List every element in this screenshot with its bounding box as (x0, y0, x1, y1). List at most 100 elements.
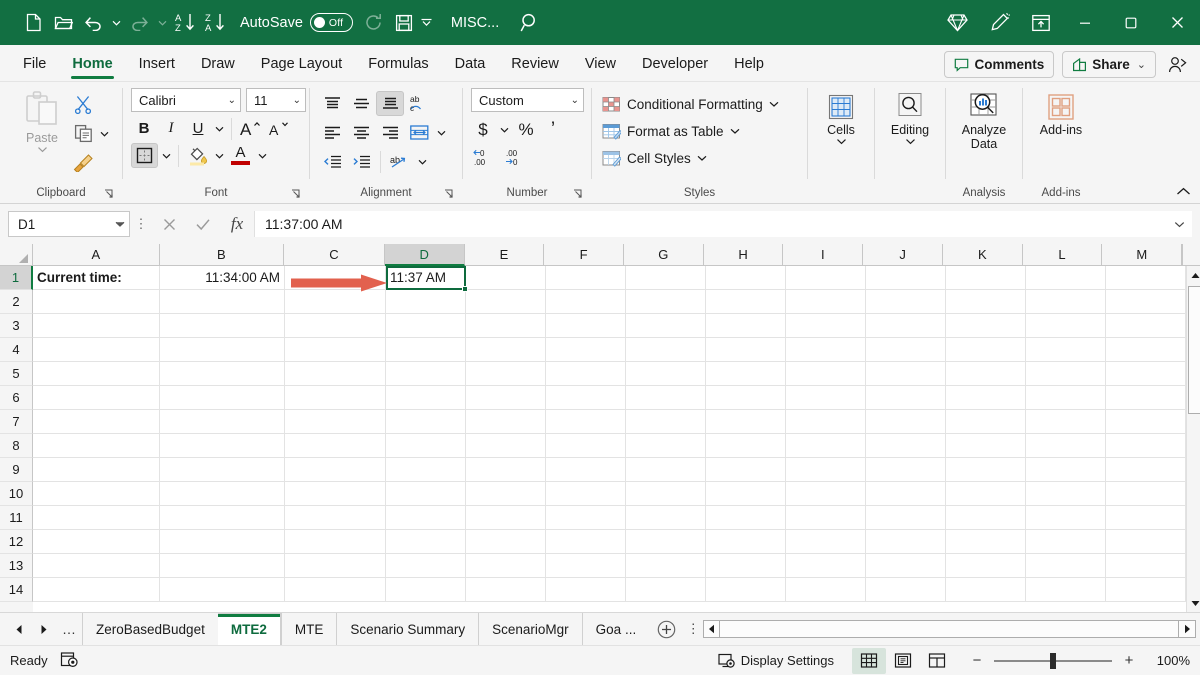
column-header-J[interactable]: J (863, 244, 943, 266)
tab-file[interactable]: File (10, 47, 59, 81)
cell-H4[interactable] (706, 338, 786, 362)
cell-L1[interactable] (1026, 266, 1106, 290)
cell-G10[interactable] (626, 482, 706, 506)
cell-E5[interactable] (466, 362, 546, 386)
cell-C12[interactable] (285, 530, 386, 554)
cell-J3[interactable] (866, 314, 946, 338)
new-file-icon[interactable] (18, 8, 48, 38)
cell-F11[interactable] (546, 506, 626, 530)
cell-J1[interactable] (866, 266, 946, 290)
cell-L5[interactable] (1026, 362, 1106, 386)
vertical-scroll-thumb[interactable] (1188, 286, 1200, 414)
cell-A10[interactable] (33, 482, 160, 506)
autosave-control[interactable]: AutoSave Off (240, 13, 353, 32)
horizontal-scrollbar[interactable] (703, 613, 1200, 645)
editing-button[interactable]: Editing (881, 88, 939, 145)
number-dialog-launcher[interactable] (571, 187, 585, 201)
format-painter-button[interactable] (70, 150, 96, 176)
increase-indent-button[interactable] (347, 149, 375, 174)
name-box[interactable]: D1 (8, 211, 130, 237)
cell-D14[interactable] (386, 578, 466, 602)
cell-G8[interactable] (626, 434, 706, 458)
expand-formula-bar-icon[interactable] (1166, 211, 1192, 237)
cell-C13[interactable] (285, 554, 386, 578)
zoom-slider-thumb[interactable] (1050, 653, 1056, 669)
cell-D11[interactable] (386, 506, 466, 530)
column-header-L[interactable]: L (1023, 244, 1103, 266)
cell-H12[interactable] (706, 530, 786, 554)
cell-A7[interactable] (33, 410, 160, 434)
cell-K6[interactable] (946, 386, 1026, 410)
decrease-indent-button[interactable] (318, 149, 346, 174)
cell-B4[interactable] (160, 338, 285, 362)
cell-L14[interactable] (1026, 578, 1106, 602)
column-header-M[interactable]: M (1102, 244, 1182, 266)
cell-B13[interactable] (160, 554, 285, 578)
cell-K12[interactable] (946, 530, 1026, 554)
cell-I6[interactable] (786, 386, 866, 410)
cell-F2[interactable] (546, 290, 626, 314)
cell-I5[interactable] (786, 362, 866, 386)
cell-F4[interactable] (546, 338, 626, 362)
scroll-left-icon[interactable] (703, 620, 720, 638)
shrink-font-button[interactable]: A (266, 116, 294, 141)
alignment-dialog-launcher[interactable] (442, 187, 456, 201)
cell-A14[interactable] (33, 578, 160, 602)
font-family-combo[interactable]: Calibri ⌄ (131, 88, 241, 112)
cell-G4[interactable] (626, 338, 706, 362)
cell-M1[interactable] (1106, 266, 1186, 290)
zoom-in-button[interactable]: + (1120, 652, 1138, 669)
open-folder-icon[interactable] (48, 8, 78, 38)
zoom-slider-track[interactable] (994, 660, 1112, 662)
font-size-combo[interactable]: 11 ⌄ (246, 88, 306, 112)
add-sheet-icon[interactable] (649, 613, 683, 645)
cell-M2[interactable] (1106, 290, 1186, 314)
cell-L10[interactable] (1026, 482, 1106, 506)
cell-G12[interactable] (626, 530, 706, 554)
ribbon-display-options-icon[interactable] (1020, 0, 1062, 45)
autosave-toggle[interactable]: Off (310, 13, 353, 32)
cell-A4[interactable] (33, 338, 160, 362)
column-header-D[interactable]: D (385, 244, 465, 266)
bold-button[interactable]: B (131, 116, 157, 141)
record-macro-icon[interactable] (60, 651, 78, 671)
select-all-corner[interactable] (0, 244, 33, 266)
cell-G13[interactable] (626, 554, 706, 578)
row-header-6[interactable]: 6 (0, 386, 33, 410)
cancel-icon[interactable] (152, 210, 186, 238)
cell-E11[interactable] (466, 506, 546, 530)
cell-M9[interactable] (1106, 458, 1186, 482)
underline-button[interactable]: U (185, 116, 211, 141)
cell-D8[interactable] (386, 434, 466, 458)
borders-button[interactable] (131, 143, 158, 168)
cell-I7[interactable] (786, 410, 866, 434)
cell-F6[interactable] (546, 386, 626, 410)
cell-L4[interactable] (1026, 338, 1106, 362)
next-sheet-icon[interactable] (32, 617, 54, 641)
align-left-button[interactable] (318, 120, 346, 145)
cell-G11[interactable] (626, 506, 706, 530)
cell-M13[interactable] (1106, 554, 1186, 578)
cell-E4[interactable] (466, 338, 546, 362)
cell-I14[interactable] (786, 578, 866, 602)
sheet-split-handle[interactable]: ⋮ (683, 613, 703, 645)
cell-M8[interactable] (1106, 434, 1186, 458)
cell-L6[interactable] (1026, 386, 1106, 410)
cell-G9[interactable] (626, 458, 706, 482)
cell-B1[interactable]: 11:34:00 AM (160, 266, 285, 290)
middle-align-button[interactable] (347, 91, 375, 116)
row-header-14[interactable]: 14 (0, 578, 33, 602)
share-caret-icon[interactable]: ⌄ (1137, 58, 1146, 71)
cell-D5[interactable] (386, 362, 466, 386)
cell-L12[interactable] (1026, 530, 1106, 554)
zoom-out-button[interactable]: − (968, 652, 986, 669)
cell-A1[interactable]: Current time: (33, 266, 160, 290)
cell-A13[interactable] (33, 554, 160, 578)
cell-E13[interactable] (466, 554, 546, 578)
cell-J4[interactable] (866, 338, 946, 362)
cell-M10[interactable] (1106, 482, 1186, 506)
row-header-11[interactable]: 11 (0, 506, 33, 530)
cell-M6[interactable] (1106, 386, 1186, 410)
page-break-preview-icon[interactable] (920, 648, 954, 674)
cell-C8[interactable] (285, 434, 386, 458)
